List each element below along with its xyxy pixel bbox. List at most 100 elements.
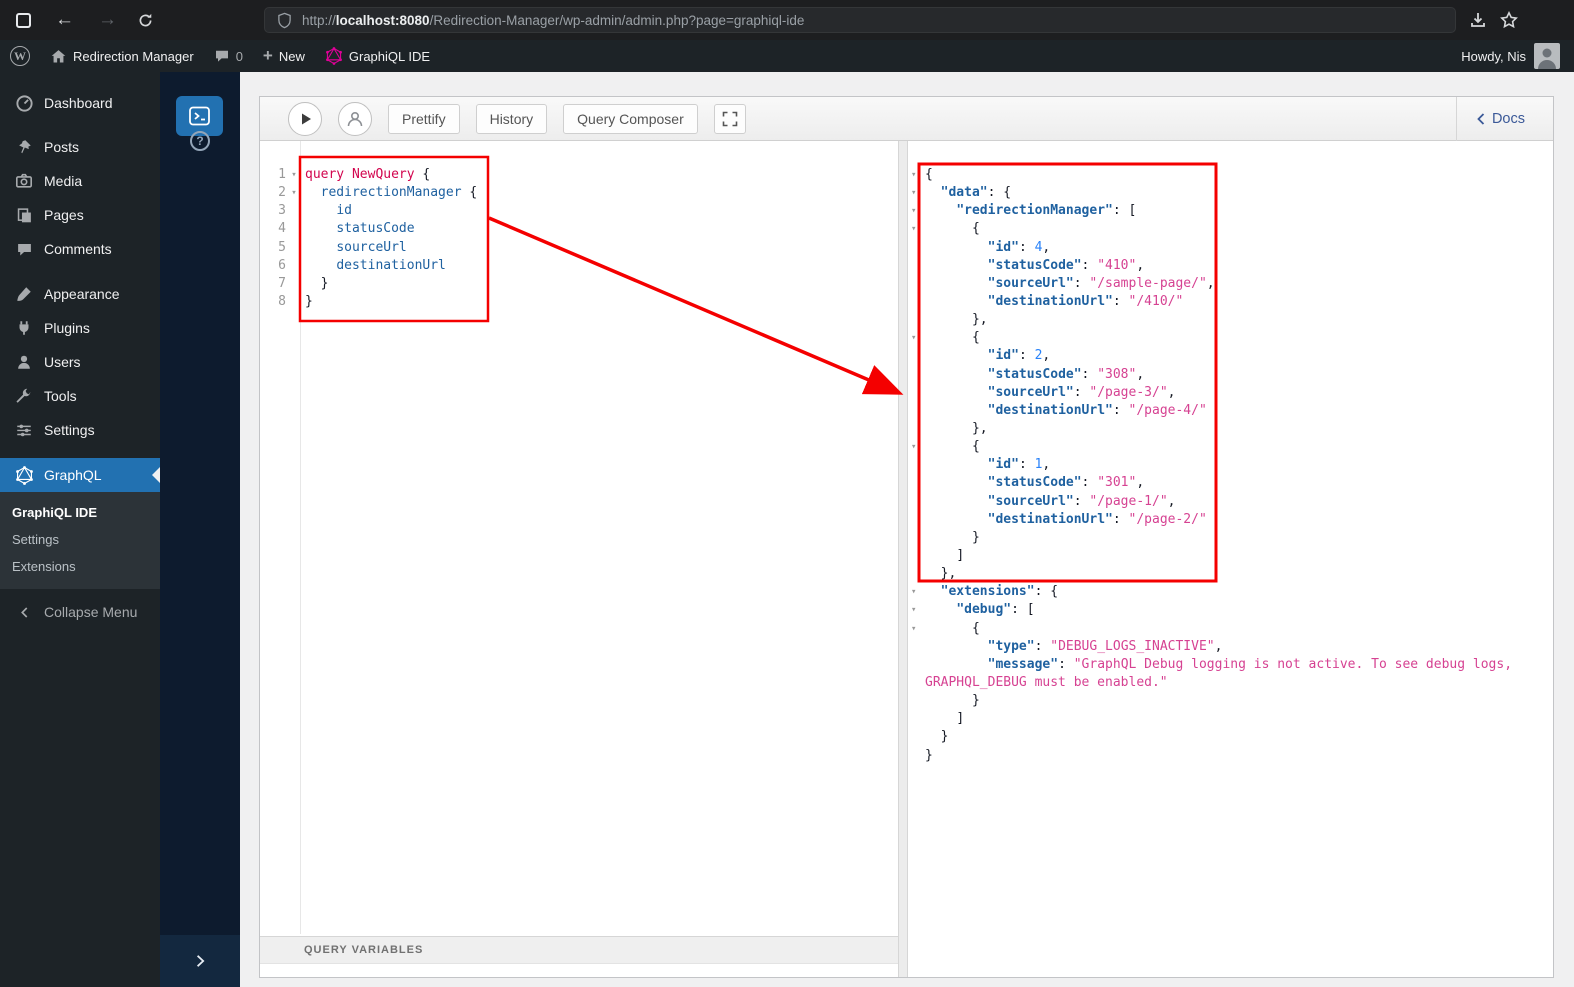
bookmark-star-icon[interactable] [1499, 10, 1519, 30]
plugins-plug-icon [14, 319, 34, 337]
ide-launcher-button[interactable] [176, 96, 223, 136]
prettify-button[interactable]: Prettify [388, 103, 460, 134]
result-code-line: }, [940, 566, 957, 582]
result-code-line: "sourceUrl": "/sample-page/", [987, 275, 1215, 291]
fold-gutter [288, 202, 300, 220]
fold-toggle-icon[interactable]: ▾ [911, 220, 923, 238]
new-content-button[interactable]: + New [253, 40, 315, 72]
sidebar-item-posts[interactable]: Posts [0, 130, 160, 164]
line-number: 1 [278, 167, 286, 182]
fold-toggle-icon[interactable]: ▾ [911, 166, 923, 184]
help-button[interactable]: ? [190, 131, 210, 151]
docs-button[interactable]: Docs [1455, 96, 1553, 141]
forward-button[interactable]: → [98, 0, 117, 40]
result-code-line: "destinationUrl": "/page-2/" [987, 511, 1207, 527]
line-number: 4 [278, 221, 286, 237]
result-code-line: ▾{ [908, 166, 1553, 184]
graphiql-ide-menu-button[interactable]: GraphiQL IDE [315, 40, 440, 72]
plus-icon: + [262, 46, 273, 65]
fold-toggle-icon[interactable]: ▾ [288, 184, 300, 202]
graphiql-panel: Prettify History Query Composer Docs 1 ▾ q… [259, 96, 1554, 978]
result-code-line: "type": "DEBUG_LOGS_INACTIVE", [987, 638, 1223, 654]
submenu-item-settings[interactable]: Settings [0, 526, 160, 553]
home-icon [50, 48, 67, 65]
graphql-icon [14, 465, 34, 485]
sidebar-item-pages[interactable]: Pages [0, 198, 160, 232]
fullscreen-icon [722, 111, 738, 126]
auth-avatar-button[interactable] [338, 101, 372, 136]
fold-toggle-icon[interactable]: ▾ [911, 583, 923, 601]
pages-icon [14, 207, 34, 224]
fullscreen-button[interactable] [713, 103, 746, 134]
query-code-line: 4 statusCode [260, 220, 898, 238]
download-icon[interactable] [1468, 10, 1488, 30]
tools-wrench-icon [14, 387, 34, 405]
query-composer-button[interactable]: Query Composer [563, 103, 698, 134]
site-home-link[interactable]: Redirection Manager [40, 40, 204, 72]
tabs-icon[interactable] [16, 12, 31, 28]
query-code-line: 8} [260, 293, 898, 311]
fold-gutter [288, 239, 300, 257]
result-code-line: ▾ "data": { [908, 184, 1553, 202]
query-code-line: 3 id [260, 202, 898, 220]
drawer-expand-button[interactable] [160, 935, 240, 987]
sidebar-item-settings[interactable]: Settings [0, 413, 160, 447]
shield-icon [277, 12, 292, 29]
pane-resize-handle[interactable] [898, 141, 908, 977]
result-code-line: ▾ { [908, 620, 1553, 638]
url-bar[interactable]: http://localhost:8080/Redirection-Manage… [264, 7, 1456, 33]
sidebar-item-dashboard[interactable]: Dashboard [0, 86, 160, 120]
result-code-line: "id": 2, [987, 348, 1051, 364]
sidebar-item-plugins[interactable]: Plugins [0, 311, 160, 345]
fold-toggle-icon[interactable]: ▾ [288, 166, 300, 184]
execute-query-button[interactable] [288, 101, 322, 136]
result-code-line: ▾ { [908, 438, 1553, 456]
result-code-line: ] [956, 547, 965, 563]
reload-button[interactable] [137, 12, 154, 29]
line-number: 3 [278, 203, 286, 219]
result-code-line: "sourceUrl": "/page-1/", [987, 493, 1176, 509]
play-icon [302, 113, 311, 124]
wp-admin-bar: W Redirection Manager 0 + New GraphiQL I… [0, 40, 1574, 72]
line-number: 5 [278, 239, 286, 255]
result-code-line: "id": 4, [987, 239, 1051, 255]
question-mark-icon: ? [196, 134, 204, 148]
graphiql-body: 1 ▾ query NewQuery {2 ▾ redirectionManager … [260, 141, 1553, 977]
howdy-account-button[interactable]: Howdy, Nis [1461, 43, 1574, 69]
users-person-icon [14, 353, 34, 371]
line-number: 7 [278, 275, 286, 291]
result-code-line: "statusCode": "410", [987, 257, 1145, 273]
chevron-left-icon [1477, 112, 1485, 125]
fold-toggle-icon[interactable]: ▾ [911, 329, 923, 347]
sidebar-item-media[interactable]: Media [0, 164, 160, 198]
fold-toggle-icon[interactable]: ▾ [911, 620, 923, 638]
comments-bubble-button[interactable]: 0 [204, 40, 253, 72]
fold-toggle-icon[interactable]: ▾ [911, 438, 923, 456]
fold-toggle-icon[interactable]: ▾ [911, 601, 923, 619]
query-variables-bar[interactable]: QUERY VARIABLES [260, 936, 898, 964]
result-viewer[interactable]: ▾{▾ "data": {▾ "redirectionManager": [ ▾ … [908, 141, 1553, 977]
history-button[interactable]: History [475, 103, 548, 134]
fold-toggle-icon[interactable]: ▾ [911, 202, 923, 220]
result-code-line: "sourceUrl": "/page-3/", [987, 384, 1176, 400]
fold-gutter [288, 257, 300, 275]
back-button[interactable]: ← [55, 0, 74, 40]
sidebar-item-users[interactable]: Users [0, 345, 160, 379]
query-editor[interactable]: 1 ▾ query NewQuery {2 ▾ redirectionManager … [260, 141, 898, 977]
submenu-item-extensions[interactable]: Extensions [0, 553, 160, 580]
sidebar-item-tools[interactable]: Tools [0, 379, 160, 413]
collapse-menu-button[interactable]: Collapse Menu [0, 595, 160, 629]
submenu-item-graphiql-ide[interactable]: GraphiQL IDE [0, 499, 160, 526]
ide-launcher-icon [189, 106, 210, 126]
wordpress-logo-button[interactable]: W [0, 40, 40, 72]
media-camera-icon [14, 172, 34, 190]
graphiql-activity-bar: ? [160, 72, 240, 987]
result-code-line: ▾ "redirectionManager": [ [908, 202, 1553, 220]
sidebar-item-appearance[interactable]: Appearance [0, 277, 160, 311]
sidebar-item-comments[interactable]: Comments [0, 232, 160, 266]
query-code-line: 6 destinationUrl [260, 257, 898, 275]
sidebar-item-graphql[interactable]: GraphQL [0, 458, 160, 492]
fold-toggle-icon[interactable]: ▾ [911, 184, 923, 202]
result-code-line: ▾ "debug": [ [908, 601, 1553, 619]
result-code-line: "destinationUrl": "/page-4/" [987, 402, 1207, 418]
